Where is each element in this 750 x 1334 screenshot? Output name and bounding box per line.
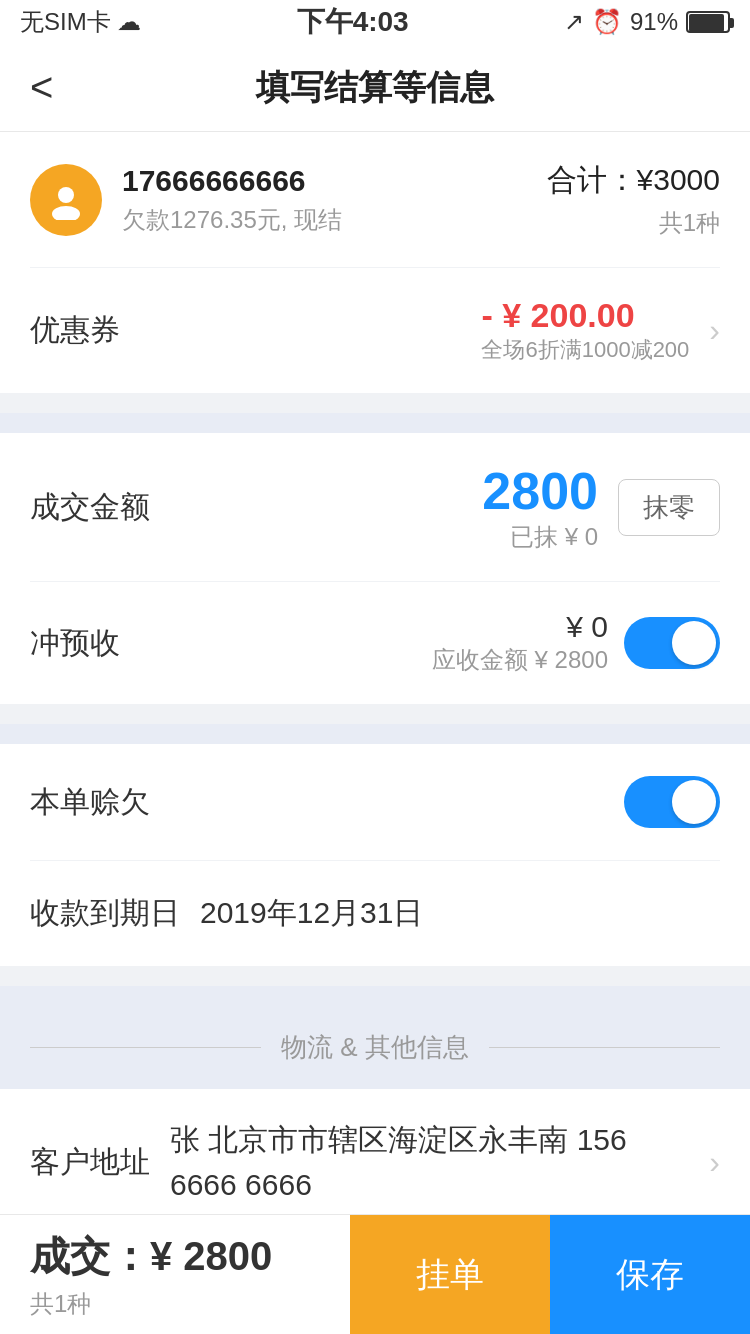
total-count: 共1种: [547, 207, 720, 239]
bottom-count: 共1种: [30, 1288, 320, 1320]
deal-label: 成交金额: [30, 487, 150, 528]
gray-separator: [0, 413, 750, 433]
advance-amount: ¥ 0: [432, 610, 608, 644]
advance-values: ¥ 0 应收金额 ¥ 2800: [432, 610, 608, 676]
advance-toggle[interactable]: [624, 617, 720, 669]
sim-label: 无SIM卡 ☁: [20, 6, 141, 38]
status-time: 下午4:03: [297, 3, 409, 41]
customer-card: 17666666666 欠款1276.35元, 现结 合计：¥3000 共1种 …: [0, 132, 750, 393]
divider-line-right: [489, 1047, 720, 1048]
battery-icon: [686, 11, 730, 33]
gray-separator2: [0, 724, 750, 744]
customer-total: 合计：¥3000 共1种: [547, 160, 720, 239]
bottom-deal-amount: ¥ 2800: [150, 1234, 272, 1278]
toggle-knob: [672, 621, 716, 665]
nav-bar: < 填写结算等信息: [0, 44, 750, 132]
coupon-values: - ¥ 200.00 全场6折满1000减200: [481, 296, 689, 365]
deal-amount: 2800: [482, 461, 598, 521]
status-left: 无SIM卡 ☁: [20, 6, 141, 38]
credit-row: 本单赊欠: [0, 744, 750, 860]
credit-card: 本单赊欠 收款到期日 2019年12月31日: [0, 744, 750, 966]
round-button[interactable]: 抹零: [618, 479, 720, 536]
logistics-divider: 物流 & 其他信息: [0, 1006, 750, 1089]
bottom-deal: 成交：¥ 2800: [30, 1229, 320, 1284]
alarm-icon: ⏰: [592, 8, 622, 36]
advance-label: 冲预收: [30, 623, 120, 664]
due-label: 收款到期日: [30, 893, 180, 934]
svg-point-0: [58, 187, 74, 203]
hang-button[interactable]: 挂单: [350, 1215, 550, 1334]
credit-toggle-knob: [672, 780, 716, 824]
battery-label: 91%: [630, 8, 678, 36]
content: 17666666666 欠款1276.35元, 现结 合计：¥3000 共1种 …: [0, 132, 750, 1334]
logistics-label: 物流 & 其他信息: [261, 1030, 489, 1065]
advance-right: ¥ 0 应收金额 ¥ 2800: [432, 610, 720, 676]
avatar: [30, 164, 102, 236]
customer-row: 17666666666 欠款1276.35元, 现结 合计：¥3000 共1种: [0, 132, 750, 267]
svg-point-1: [52, 206, 80, 220]
chevron-right-icon: ›: [709, 312, 720, 349]
save-button[interactable]: 保存: [550, 1215, 750, 1334]
bottom-deal-label: 成交：: [30, 1234, 150, 1278]
total-amount: 合计：¥3000: [547, 160, 720, 201]
customer-info: 17666666666 欠款1276.35元, 现结: [122, 164, 547, 236]
gray-separator3: [0, 986, 750, 1006]
status-right: ↗ ⏰ 91%: [564, 8, 730, 36]
deal-amount-group: 2800 已抹 ¥ 0: [482, 461, 598, 553]
coupon-value: - ¥ 200.00: [481, 296, 689, 335]
due-date: 2019年12月31日: [200, 893, 423, 934]
location-icon: ↗: [564, 8, 584, 36]
deal-sub: 已抹 ¥ 0: [482, 521, 598, 553]
customer-phone: 17666666666: [122, 164, 547, 198]
bottom-info: 成交：¥ 2800 共1种: [0, 1229, 350, 1320]
status-bar: 无SIM卡 ☁ 下午4:03 ↗ ⏰ 91%: [0, 0, 750, 44]
coupon-label: 优惠券: [30, 310, 120, 351]
deal-row: 成交金额 2800 已抹 ¥ 0 抹零: [0, 433, 750, 581]
advance-row: 冲预收 ¥ 0 应收金额 ¥ 2800: [0, 582, 750, 704]
deal-right: 2800 已抹 ¥ 0 抹零: [482, 461, 720, 553]
coupon-right: - ¥ 200.00 全场6折满1000减200 ›: [481, 296, 720, 365]
coupon-row[interactable]: 优惠券 - ¥ 200.00 全场6折满1000减200 ›: [0, 268, 750, 393]
page-title: 填写结算等信息: [256, 65, 494, 111]
address-label: 客户地址: [30, 1142, 150, 1183]
bottom-bar: 成交：¥ 2800 共1种 挂单 保存: [0, 1214, 750, 1334]
divider-line-left: [30, 1047, 261, 1048]
due-date-row: 收款到期日 2019年12月31日: [0, 861, 750, 966]
advance-sub: 应收金额 ¥ 2800: [432, 644, 608, 676]
credit-toggle[interactable]: [624, 776, 720, 828]
address-content: 张 北京市市辖区海淀区永丰南 156 6666 6666: [170, 1117, 699, 1207]
credit-label: 本单赊欠: [30, 782, 150, 823]
coupon-sub: 全场6折满1000减200: [481, 335, 689, 365]
bottom-buttons: 挂单 保存: [350, 1215, 750, 1334]
back-button[interactable]: <: [30, 65, 53, 110]
address-chevron-icon: ›: [709, 1144, 720, 1181]
customer-sub: 欠款1276.35元, 现结: [122, 204, 547, 236]
deal-card: 成交金额 2800 已抹 ¥ 0 抹零 冲预收 ¥ 0 应收金额 ¥ 2800: [0, 433, 750, 704]
